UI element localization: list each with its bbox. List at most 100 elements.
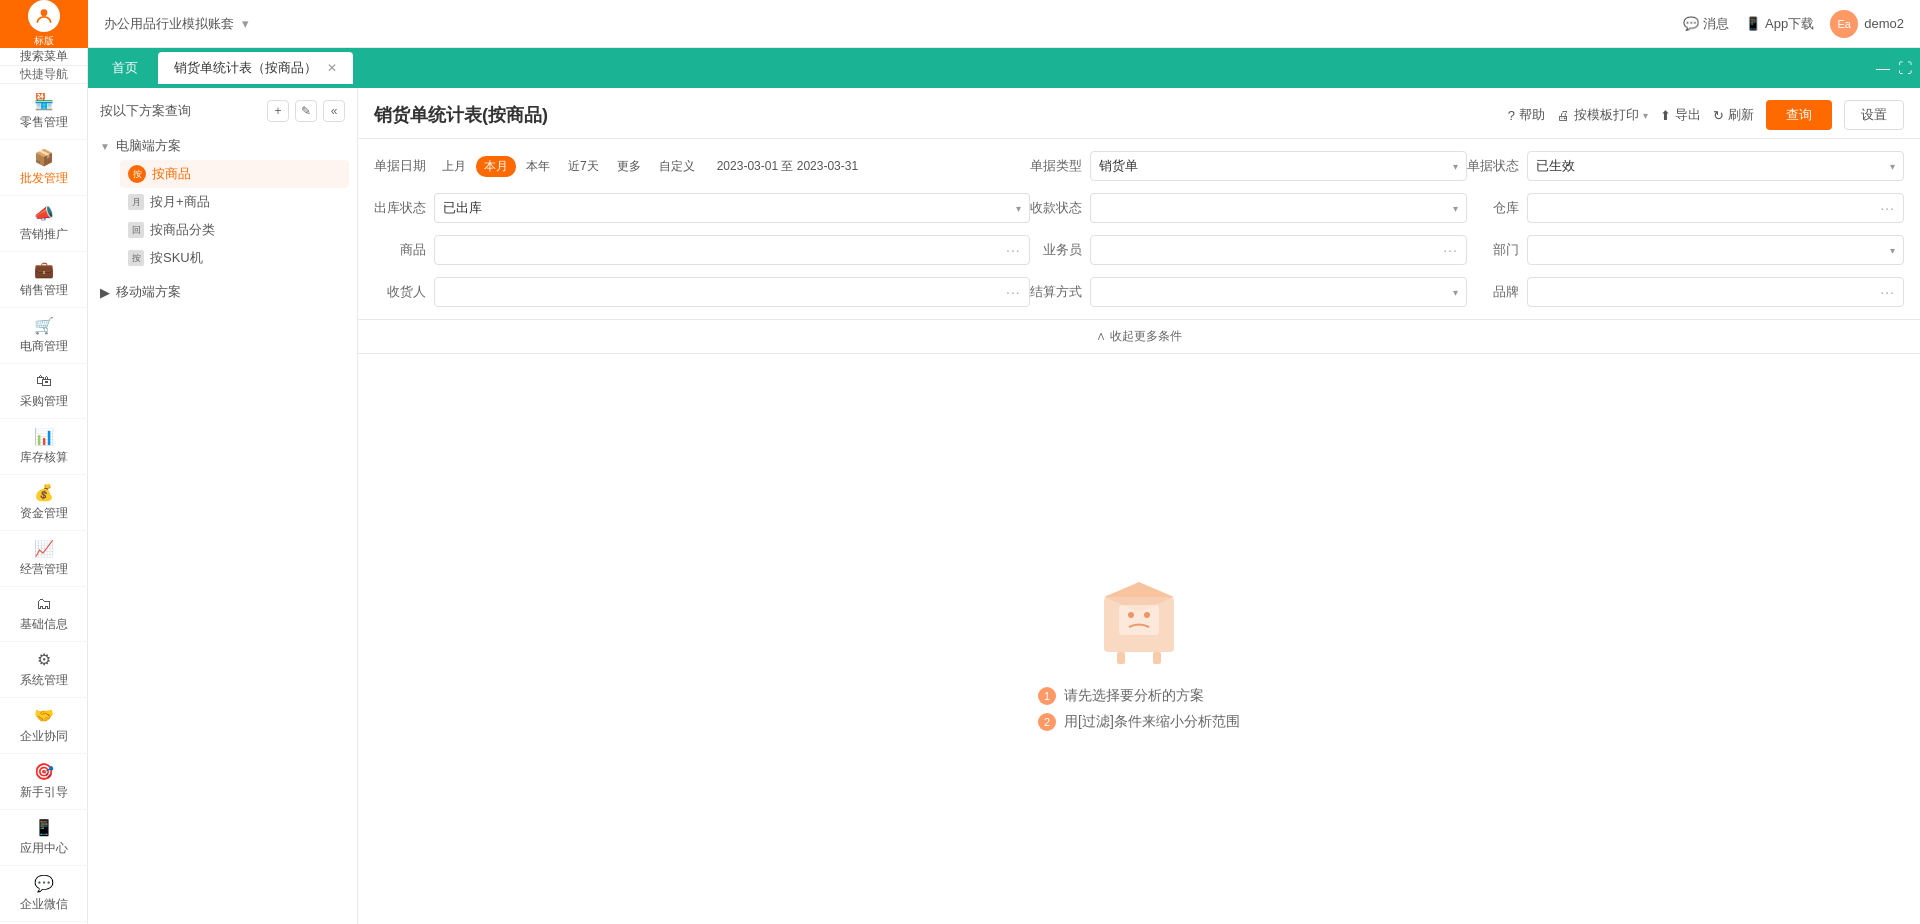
refresh-btn[interactable]: ↻ 刷新 <box>1713 106 1754 124</box>
out-status-control[interactable]: 已出库 ▾ <box>434 193 1030 223</box>
sidebar-item-wechat[interactable]: 💬 企业微信 <box>0 866 88 922</box>
user-btn[interactable]: Ea demo2 <box>1830 10 1904 38</box>
tab-close-icon[interactable]: ✕ <box>327 61 337 75</box>
tree-parent-desktop[interactable]: ▼ 电脑端方案 <box>96 132 349 160</box>
staff-dots-icon: ··· <box>1443 242 1458 258</box>
tab-sales-stats[interactable]: 销货单统计表（按商品） ✕ <box>158 52 353 84</box>
sidebar-item-wholesale[interactable]: 📦 批发管理 <box>0 140 88 196</box>
tree-parent-desktop-label: 电脑端方案 <box>116 137 181 155</box>
by-sku-label: 按SKU机 <box>150 249 203 267</box>
wechat-icon: 💬 <box>34 874 54 893</box>
sidebar-item-system[interactable]: ⚙ 系统管理 <box>0 642 88 698</box>
export-icon: ⬆ <box>1660 108 1671 123</box>
ecommerce-icon: 🛒 <box>34 316 54 335</box>
date-tab-this-month[interactable]: 本月 <box>476 156 516 177</box>
date-tab-last-month[interactable]: 上月 <box>434 156 474 177</box>
sidebar-item-basic[interactable]: 🗂 基础信息 <box>0 587 88 642</box>
sidebar: 标版 搜索菜单 快捷导航 🏪 零售管理 📦 批发管理 📣 营销推广 💼 销售管理… <box>0 0 88 924</box>
sidebar-item-newbie[interactable]: 🎯 新手引导 <box>0 754 88 810</box>
sidebar-item-finance[interactable]: 💰 资金管理 <box>0 475 88 531</box>
out-status-dropdown-icon: ▾ <box>1016 203 1021 214</box>
tree-item-by-product[interactable]: 按 按商品 <box>120 160 349 188</box>
svg-point-3 <box>1128 612 1134 618</box>
collapse-bar[interactable]: ∧ 收起更多条件 <box>358 320 1920 354</box>
tab-minimize-icon[interactable]: — <box>1876 60 1890 76</box>
sidebar-quick-nav[interactable]: 快捷导航 <box>0 66 88 84</box>
sidebar-item-operations[interactable]: 📈 经营管理 <box>0 531 88 587</box>
query-btn[interactable]: 查询 <box>1766 100 1832 130</box>
tab-expand-btn[interactable]: — ⛶ <box>1876 60 1912 76</box>
help-label: 帮助 <box>1519 106 1545 124</box>
date-label: 单据日期 <box>374 157 434 175</box>
date-tab-more[interactable]: 更多 <box>609 156 649 177</box>
print-dropdown-icon: ▾ <box>1643 110 1648 121</box>
sales-icon: 💼 <box>34 260 54 279</box>
message-btn[interactable]: 💬 消息 <box>1683 15 1729 33</box>
sidebar-item-appcenter[interactable]: 📱 应用中心 <box>0 810 88 866</box>
sidebar-item-wholesale-label: 批发管理 <box>20 170 68 187</box>
dropdown-arrow-icon[interactable]: ▾ <box>242 16 249 31</box>
date-tab-custom[interactable]: 自定义 <box>651 156 703 177</box>
sidebar-item-retail-label: 零售管理 <box>20 114 68 131</box>
sidebar-item-wechat-label: 企业微信 <box>20 896 68 913</box>
template-print-label: 按模板打印 <box>1574 106 1639 124</box>
staff-control[interactable]: ··· <box>1090 235 1467 265</box>
receiver-control[interactable]: ··· <box>434 277 1030 307</box>
payment-label: 结算方式 <box>1030 283 1090 301</box>
sidebar-item-enterprise[interactable]: 🤝 企业协同 <box>0 698 88 754</box>
logo-icon <box>28 0 60 32</box>
date-tab-7days[interactable]: 近7天 <box>560 156 607 177</box>
empty-tip-1: 1 请先选择要分析的方案 <box>1038 687 1240 705</box>
sidebar-item-ecommerce[interactable]: 🛒 电商管理 <box>0 308 88 364</box>
help-icon: ? <box>1508 108 1515 123</box>
goods-control[interactable]: ··· <box>434 235 1030 265</box>
sidebar-item-purchase[interactable]: 🛍 采购管理 <box>0 364 88 419</box>
filter-row-2: 出库状态 已出库 ▾ 收款状态 ▾ 仓库 <box>374 193 1904 223</box>
goods-label: 商品 <box>374 241 434 259</box>
sidebar-item-marketing[interactable]: 📣 营销推广 <box>0 196 88 252</box>
tip1-text: 请先选择要分析的方案 <box>1064 687 1204 705</box>
tree-item-by-month-product[interactable]: 月 按月+商品 <box>120 188 349 216</box>
tree-item-by-sku[interactable]: 按 按SKU机 <box>120 244 349 272</box>
empty-tip-2: 2 用[过滤]条件来缩小分析范围 <box>1038 713 1240 731</box>
tab-sales-stats-label: 销货单统计表（按商品） <box>174 59 317 77</box>
out-status-value: 已出库 <box>443 199 482 217</box>
newbie-icon: 🎯 <box>34 762 54 781</box>
operations-icon: 📈 <box>34 539 54 558</box>
sidebar-logo[interactable]: 标版 <box>0 0 88 48</box>
tree-item-by-category[interactable]: 回 按商品分类 <box>120 216 349 244</box>
tab-fullscreen-icon[interactable]: ⛶ <box>1898 60 1912 76</box>
dept-control[interactable]: ▾ <box>1527 235 1904 265</box>
tree-parent-mobile[interactable]: ▶ 移动端方案 <box>96 278 349 306</box>
tab-home[interactable]: 首页 <box>96 52 154 84</box>
by-product-label: 按商品 <box>152 165 191 183</box>
status-control[interactable]: 已生效 ▾ <box>1527 151 1904 181</box>
sidebar-item-inventory[interactable]: 📊 库存核算 <box>0 419 88 475</box>
filter-receiver: 收货人 ··· <box>374 277 1030 307</box>
settings-btn[interactable]: 设置 <box>1844 100 1904 130</box>
sidebar-item-enterprise-label: 企业协同 <box>20 728 68 745</box>
print-icon: 🖨 <box>1557 108 1570 123</box>
payment-control[interactable]: ▾ <box>1090 277 1467 307</box>
template-print-btn[interactable]: 🖨 按模板打印 ▾ <box>1557 106 1648 124</box>
date-range-value: 2023-03-01 至 2023-03-31 <box>717 158 858 175</box>
brand-control[interactable]: ··· <box>1527 277 1904 307</box>
export-btn[interactable]: ⬆ 导出 <box>1660 106 1701 124</box>
app-download-btn[interactable]: 📱 App下载 <box>1745 15 1814 33</box>
type-control[interactable]: 销货单 ▾ <box>1090 151 1467 181</box>
help-btn[interactable]: ? 帮助 <box>1508 106 1545 124</box>
sidebar-search-item[interactable]: 搜索菜单 <box>0 48 88 66</box>
receive-status-control[interactable]: ▾ <box>1090 193 1467 223</box>
dept-label: 部门 <box>1467 241 1527 259</box>
panel-edit-btn[interactable]: ✎ <box>295 100 317 122</box>
filter-staff: 业务员 ··· <box>1030 235 1467 265</box>
right-panel: 销货单统计表(按商品) ? 帮助 🖨 按模板打印 ▾ ⬆ 导出 <box>358 88 1920 924</box>
warehouse-control[interactable]: ··· <box>1527 193 1904 223</box>
panel-collapse-btn[interactable]: « <box>323 100 345 122</box>
message-icon: 💬 <box>1683 16 1699 31</box>
date-tab-this-year[interactable]: 本年 <box>518 156 558 177</box>
filter-row-4: 收货人 ··· 结算方式 ▾ 品牌 <box>374 277 1904 307</box>
sidebar-item-sales[interactable]: 💼 销售管理 <box>0 252 88 308</box>
sidebar-item-retail[interactable]: 🏪 零售管理 <box>0 84 88 140</box>
panel-add-btn[interactable]: + <box>267 100 289 122</box>
